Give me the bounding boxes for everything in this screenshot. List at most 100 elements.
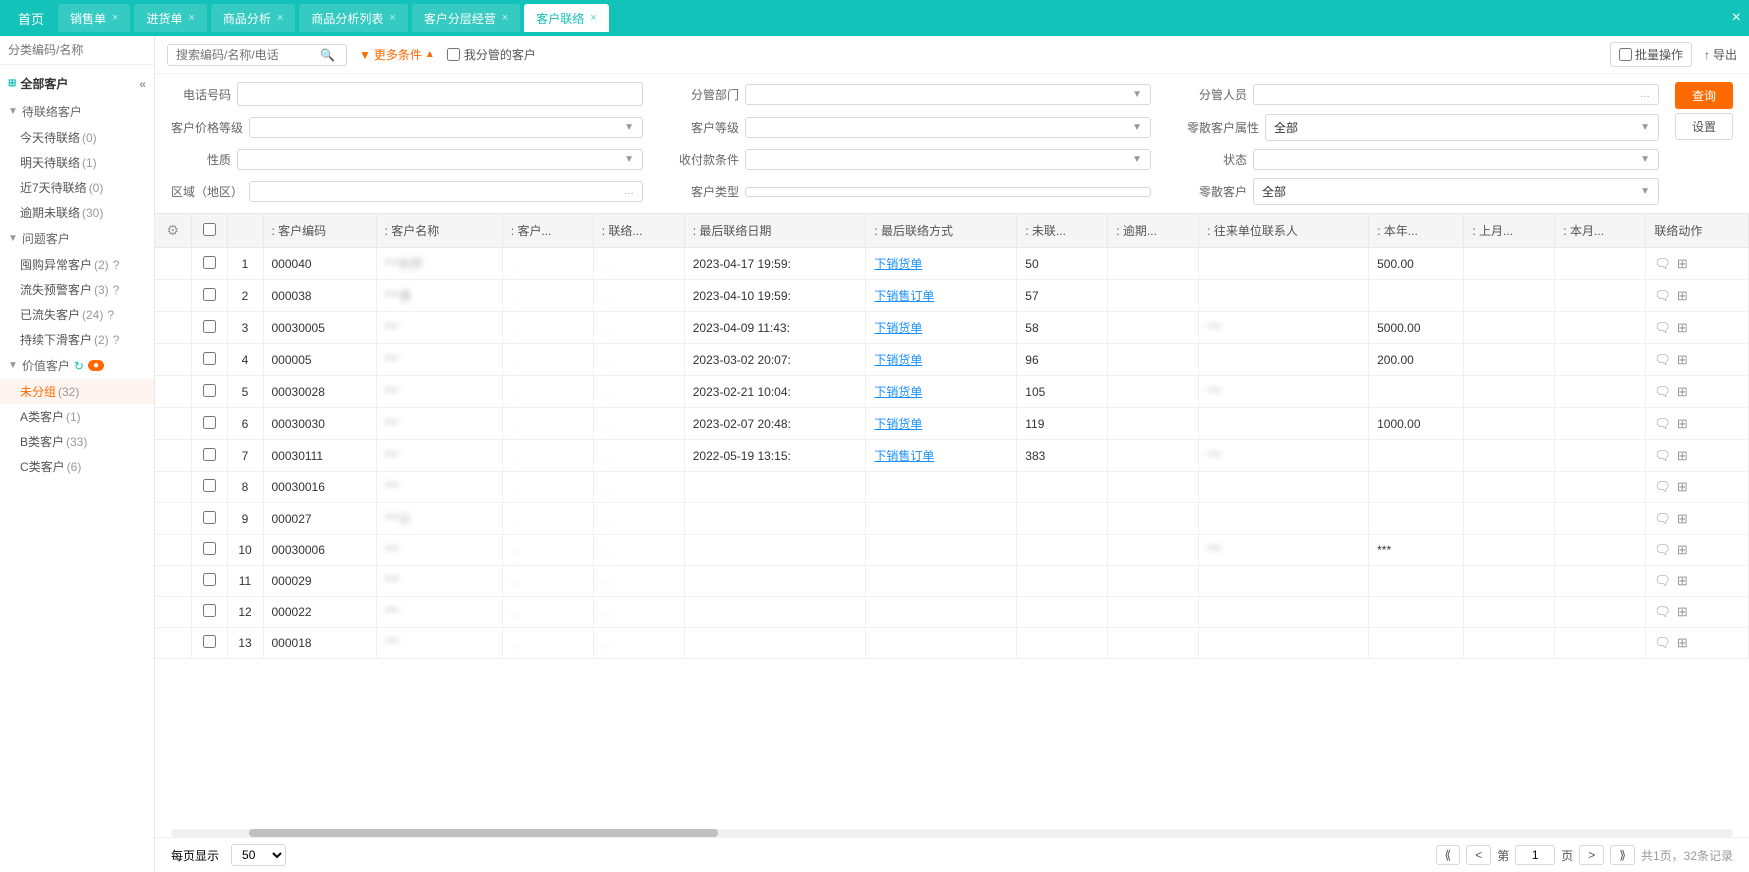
sidebar-item-abnormal[interactable]: 囤购异常客户 (2) ? (0, 252, 154, 277)
reset-button[interactable]: 设置 (1675, 113, 1733, 140)
refresh-icon[interactable]: ↻ (74, 359, 84, 373)
more-conditions-btn[interactable]: ▼ 更多条件 ▲ (359, 46, 435, 63)
my-customers-checkbox[interactable]: 我分管的客户 (447, 46, 536, 63)
contact-phone-icon[interactable]: 🗨 (1654, 635, 1671, 651)
query-button[interactable]: 查询 (1675, 82, 1733, 109)
filter-search-input[interactable] (176, 48, 316, 62)
row-contact-way-link[interactable]: 下销货单 (874, 417, 922, 431)
sidebar-group-problem[interactable]: ▼ 问题客户 (0, 225, 154, 252)
sidebar-item-classC[interactable]: C类客户 (6) (0, 454, 154, 479)
first-page-button[interactable]: ⟪ (1436, 845, 1461, 865)
row-contact-way-link[interactable]: 下销货单 (874, 385, 922, 399)
row-checkbox[interactable] (203, 352, 216, 365)
next-page-button[interactable]: > (1579, 845, 1604, 865)
action-grid-icon[interactable]: ⊞ (1677, 384, 1688, 400)
action-grid-icon[interactable]: ⊞ (1677, 256, 1688, 272)
contact-phone-icon[interactable]: 🗨 (1654, 384, 1671, 400)
my-customers-check[interactable] (447, 48, 460, 61)
row-checkbox[interactable] (203, 384, 216, 397)
filter-select-customer-type[interactable] (745, 187, 1151, 197)
row-checkbox[interactable] (203, 573, 216, 586)
action-grid-icon[interactable]: ⊞ (1677, 288, 1688, 304)
nav-home[interactable]: 首页 (8, 9, 54, 28)
close-product-analysis-icon[interactable]: × (277, 12, 283, 24)
contact-phone-icon[interactable]: 🗨 (1654, 448, 1671, 464)
prev-page-button[interactable]: < (1466, 845, 1491, 865)
sidebar-item-7days[interactable]: 近7天待联络 (0) (0, 175, 154, 200)
sidebar-item-classA[interactable]: A类客户 (1) (0, 404, 154, 429)
row-checkbox[interactable] (203, 288, 216, 301)
export-button[interactable]: ↑ 导出 (1704, 42, 1737, 67)
contact-phone-icon[interactable]: 🗨 (1654, 604, 1671, 620)
sidebar-item-churned[interactable]: 已流失客户 (24) ? (0, 302, 154, 327)
row-checkbox[interactable] (203, 416, 216, 429)
contact-phone-icon[interactable]: 🗨 (1654, 416, 1671, 432)
action-grid-icon[interactable]: ⊞ (1677, 479, 1688, 495)
contact-phone-icon[interactable]: 🗨 (1654, 542, 1671, 558)
action-grid-icon[interactable]: ⊞ (1677, 635, 1688, 651)
close-purchase-order-icon[interactable]: × (188, 12, 194, 24)
row-checkbox[interactable] (203, 635, 216, 648)
row-checkbox[interactable] (203, 320, 216, 333)
action-grid-icon[interactable]: ⊞ (1677, 352, 1688, 368)
sidebar-item-classB[interactable]: B类客户 (33) (0, 429, 154, 454)
select-all-checkbox[interactable] (203, 223, 216, 236)
tab-sales-order[interactable]: 销售单 × (58, 4, 130, 32)
contact-phone-icon[interactable]: 🗨 (1654, 256, 1671, 272)
action-grid-icon[interactable]: ⊞ (1677, 511, 1688, 527)
sidebar-all-customers[interactable]: ⊞ 全部客户 « (0, 69, 154, 98)
tab-customer-contact[interactable]: 客户联络 × (524, 4, 608, 32)
table-scrollbar[interactable] (155, 825, 1749, 837)
close-sales-order-icon[interactable]: × (112, 12, 118, 24)
filter-select-retail-attr[interactable]: 全部 ▼ (1265, 114, 1659, 141)
row-checkbox[interactable] (203, 479, 216, 492)
action-grid-icon[interactable]: ⊞ (1677, 573, 1688, 589)
sidebar-item-churn-warn[interactable]: 流失预警客户 (3) ? (0, 277, 154, 302)
contact-phone-icon[interactable]: 🗨 (1654, 352, 1671, 368)
filter-input-phone[interactable] (237, 82, 643, 106)
tab-product-analysis[interactable]: 商品分析 × (211, 4, 295, 32)
sidebar-group-pending[interactable]: ▼ 待联络客户 (0, 98, 154, 125)
filter-select-status[interactable]: ▼ (1253, 149, 1659, 170)
sidebar-item-tomorrow[interactable]: 明天待联络 (1) (0, 150, 154, 175)
sidebar-item-today[interactable]: 今天待联络 (0) (0, 125, 154, 150)
row-contact-way-link[interactable]: 下销售订单 (874, 449, 934, 463)
close-all-icon[interactable]: × (1732, 9, 1741, 27)
scrollbar-track[interactable] (171, 829, 1733, 837)
row-checkbox[interactable] (203, 604, 216, 617)
filter-select-region[interactable]: … (249, 181, 643, 202)
contact-phone-icon[interactable]: 🗨 (1654, 479, 1671, 495)
close-customer-contact-icon[interactable]: × (590, 12, 596, 24)
last-page-button[interactable]: ⟫ (1610, 845, 1635, 865)
filter-select-payment[interactable]: ▼ (745, 149, 1151, 170)
tab-purchase-order[interactable]: 进货单 × (134, 4, 206, 32)
row-checkbox[interactable] (203, 511, 216, 524)
row-checkbox[interactable] (203, 256, 216, 269)
batch-op-check[interactable] (1619, 48, 1632, 61)
row-checkbox[interactable] (203, 542, 216, 555)
sidebar-item-overdue[interactable]: 逾期未联络 (30) (0, 200, 154, 225)
action-grid-icon[interactable]: ⊞ (1677, 542, 1688, 558)
filter-select-nature[interactable]: ▼ (237, 149, 643, 170)
row-contact-way-link[interactable]: 下销货单 (874, 353, 922, 367)
contact-phone-icon[interactable]: 🗨 (1654, 573, 1671, 589)
sidebar-item-ungroup[interactable]: 未分组 (32) (0, 379, 154, 404)
action-grid-icon[interactable]: ⊞ (1677, 320, 1688, 336)
action-grid-icon[interactable]: ⊞ (1677, 416, 1688, 432)
sidebar-item-declining[interactable]: 持续下滑客户 (2) ? (0, 327, 154, 352)
action-grid-icon[interactable]: ⊞ (1677, 604, 1688, 620)
contact-phone-icon[interactable]: 🗨 (1654, 511, 1671, 527)
action-grid-icon[interactable]: ⊞ (1677, 448, 1688, 464)
filter-select-retail-customer[interactable]: 全部 ▼ (1253, 178, 1659, 205)
sidebar-group-value[interactable]: ▼ 价值客户 ↻ ● (0, 352, 154, 379)
gear-settings-icon[interactable]: ⚙ (166, 222, 179, 238)
filter-select-dept[interactable]: ▼ (745, 84, 1151, 105)
row-contact-way-link[interactable]: 下销售订单 (874, 289, 934, 303)
filter-select-person[interactable]: … (1253, 84, 1659, 105)
contact-phone-icon[interactable]: 🗨 (1654, 288, 1671, 304)
batch-op-button[interactable]: 批量操作 (1610, 42, 1692, 67)
tab-customer-segment[interactable]: 客户分层经营 × (412, 4, 520, 32)
sidebar-search-input[interactable] (8, 43, 155, 57)
row-contact-way-link[interactable]: 下销货单 (874, 321, 922, 335)
close-customer-segment-icon[interactable]: × (502, 12, 508, 24)
